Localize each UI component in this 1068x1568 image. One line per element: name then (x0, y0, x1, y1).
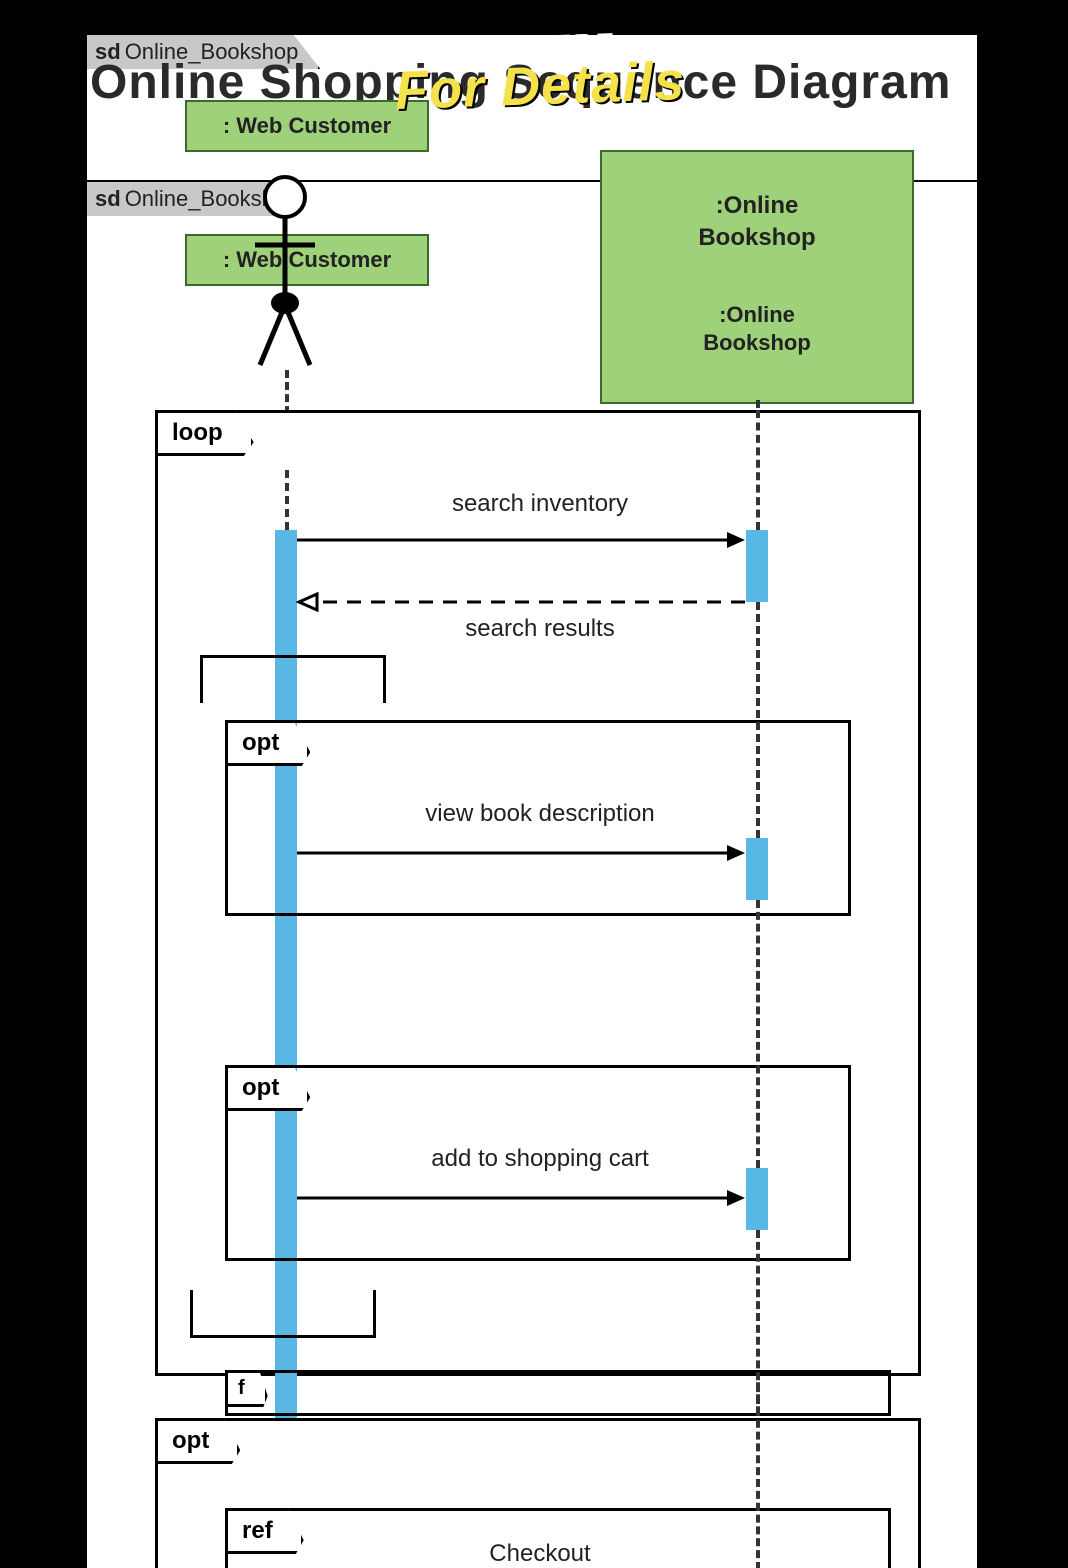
loop-tab: loop (155, 410, 254, 456)
ref1-tab: f (225, 1370, 268, 1407)
msg-search-inventory: search inventory (360, 490, 720, 518)
sd-name-inner: Online_Booksh (125, 186, 274, 211)
arrow-view-book (297, 843, 747, 863)
activation-bookshop-2 (746, 838, 768, 900)
participant-box: :Online Bookshop :Online Bookshop (600, 150, 914, 404)
activation-bookshop-1 (746, 530, 768, 602)
partial-ref-fragment: f (225, 1370, 891, 1416)
opt2-tab: opt (225, 1065, 310, 1111)
bracket-close (190, 1290, 376, 1338)
activation-bookshop-3 (746, 1168, 768, 1230)
msg-add-cart: add to shopping cart (360, 1145, 720, 1173)
opt3-tab: opt (155, 1418, 240, 1464)
overlay-details-text[interactable]: For Details (394, 50, 686, 122)
participant-line2: Bookshop (602, 224, 912, 252)
ref2-tab: ref (225, 1508, 304, 1554)
outer-actor-box: : Web Customer (185, 100, 429, 152)
arrow-add-cart (297, 1188, 747, 1208)
participant-inner-line1: :Online (602, 302, 912, 328)
msg-checkout: Checkout (360, 1540, 720, 1568)
bracket-open (200, 655, 386, 703)
lifeline-bookshop-mid1 (756, 602, 760, 838)
actor-icon (255, 175, 315, 385)
arrow-search-results (297, 592, 747, 612)
msg-search-results: search results (360, 615, 720, 643)
arrow-search-inventory (297, 530, 747, 550)
sd-prefix-inner: sd (95, 186, 121, 211)
lifeline-bookshop-mid2 (756, 900, 760, 1168)
participant-inner-line2: Bookshop (602, 330, 912, 356)
opt1-tab: opt (225, 720, 310, 766)
msg-view-book: view book description (360, 800, 720, 828)
lifeline-bookshop-top (756, 410, 760, 530)
participant-line1: :Online (602, 192, 912, 220)
lifeline-bookshop-mid3 (756, 1230, 760, 1568)
outer-actor-label: : Web Customer (223, 113, 391, 139)
lifeline-customer-top (285, 470, 289, 530)
